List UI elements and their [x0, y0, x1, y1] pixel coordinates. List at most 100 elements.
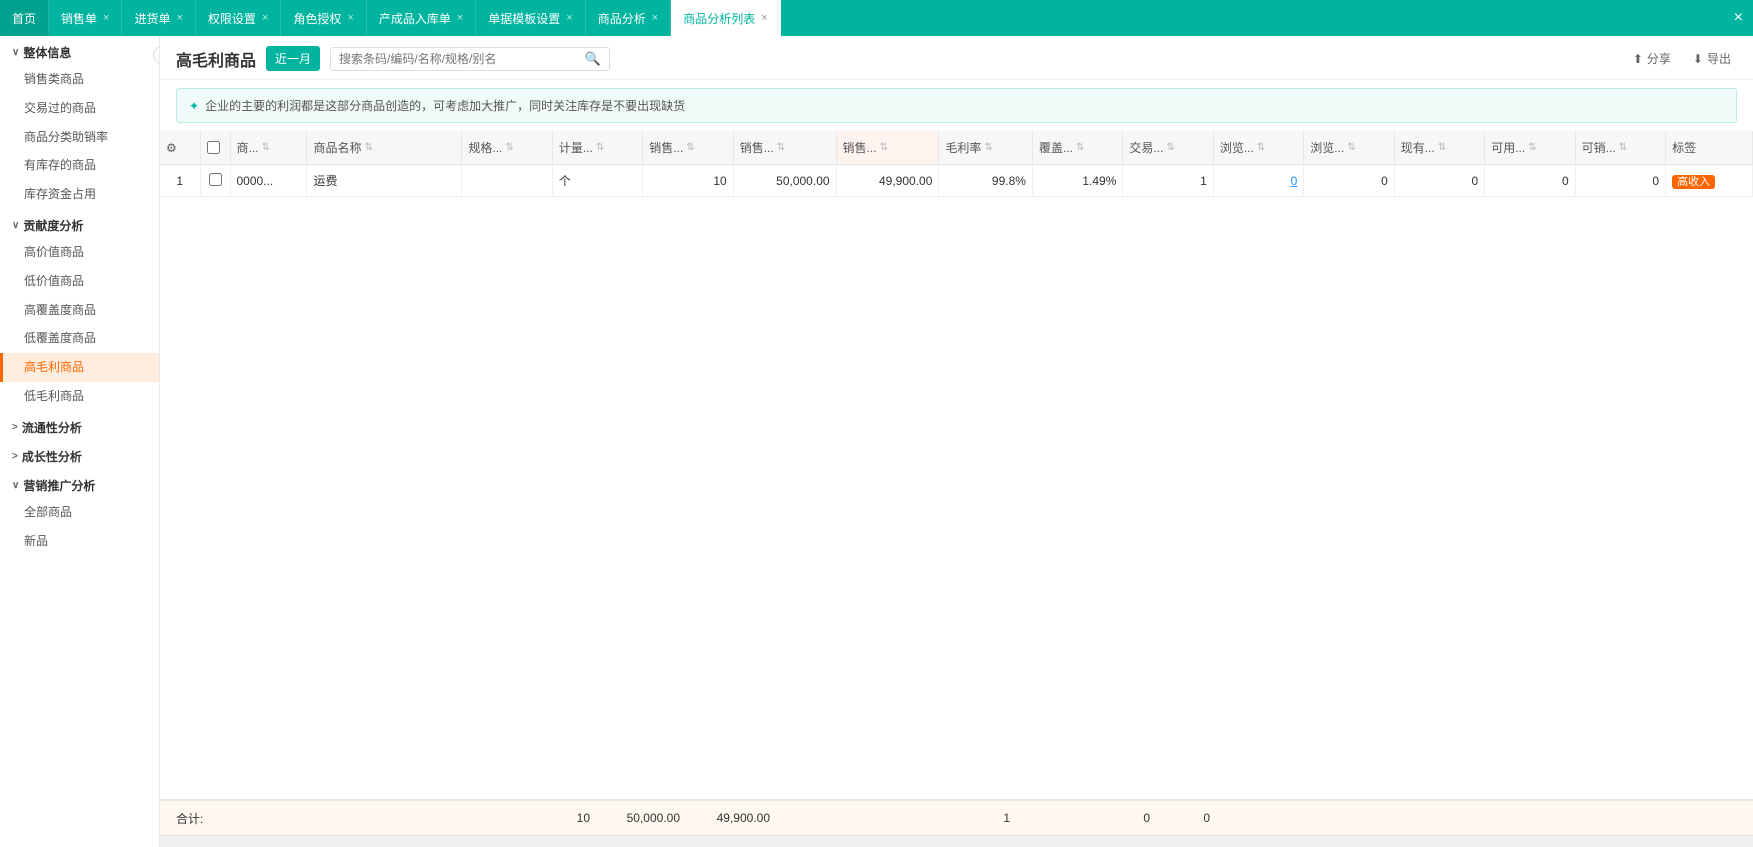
- table-container[interactable]: ⚙ 商... ⇅ 商品名称: [160, 131, 1753, 799]
- horizontal-scrollbar[interactable]: [160, 835, 1753, 847]
- col-checkbox[interactable]: [200, 131, 230, 165]
- close-role-tab[interactable]: ×: [347, 12, 353, 24]
- sort-name-icon: ⇅: [365, 142, 373, 153]
- col-unit[interactable]: 计量... ⇅: [552, 131, 642, 165]
- select-all-checkbox[interactable]: [207, 141, 220, 154]
- sidebar-item-high-coverage[interactable]: 高覆盖度商品: [0, 296, 159, 325]
- sidebar-group-contribution[interactable]: ∨ 贡献度分析: [0, 209, 159, 238]
- sidebar-item-stocked-goods[interactable]: 有库存的商品: [0, 151, 159, 180]
- footer-sales-cost: 49,900.00: [686, 811, 776, 825]
- nav-role[interactable]: 角色授权 ×: [281, 0, 366, 36]
- col-sellable[interactable]: 可销... ⇅: [1575, 131, 1665, 165]
- col-available[interactable]: 可用... ⇅: [1485, 131, 1575, 165]
- page-title: 高毛利商品: [176, 47, 256, 71]
- group-overall-arrow: ∨: [12, 47, 19, 58]
- col-sales-amount[interactable]: 销售... ⇅: [733, 131, 836, 165]
- close-product-analysis-tab[interactable]: ×: [652, 12, 658, 24]
- main-container: « ∨ 整体信息 销售类商品 交易过的商品 商品分类助销率 有库存的商品 库存资…: [0, 36, 1753, 847]
- sort-browse1-icon: ⇅: [1257, 142, 1265, 153]
- nav-product-inbound[interactable]: 产成品入库单 ×: [367, 0, 476, 36]
- sidebar-item-new-goods[interactable]: 新品: [0, 527, 159, 556]
- nav-product-analysis-list[interactable]: 商品分析列表 ×: [671, 0, 780, 36]
- search-input[interactable]: [339, 52, 585, 66]
- nav-purchase[interactable]: 进货单 ×: [122, 0, 195, 36]
- sidebar-item-low-value[interactable]: 低价值商品: [0, 267, 159, 296]
- sort-trade-count-icon: ⇅: [1166, 142, 1174, 153]
- cell-browse1[interactable]: 0: [1213, 165, 1303, 197]
- close-template-tab[interactable]: ×: [566, 12, 572, 24]
- sidebar-item-inventory-capital[interactable]: 库存资金占用: [0, 180, 159, 209]
- nav-home[interactable]: 首页: [0, 0, 49, 36]
- sidebar-item-all-goods[interactable]: 全部商品: [0, 498, 159, 527]
- col-sales-qty[interactable]: 销售... ⇅: [643, 131, 733, 165]
- cell-coverage: 1.49%: [1032, 165, 1122, 197]
- export-icon: ⬇: [1693, 52, 1703, 66]
- cell-trade-count: 1: [1123, 165, 1213, 197]
- sort-code-icon: ⇅: [262, 142, 270, 153]
- sort-browse2-icon: ⇅: [1347, 142, 1355, 153]
- nav-template[interactable]: 单据模板设置 ×: [476, 0, 585, 36]
- col-name[interactable]: 商品名称 ⇅: [307, 131, 462, 165]
- cell-checkbox[interactable]: [200, 165, 230, 197]
- col-trade-count[interactable]: 交易... ⇅: [1123, 131, 1213, 165]
- group-growth-arrow: >: [12, 451, 18, 462]
- share-btn[interactable]: ⬆ 分享: [1627, 47, 1677, 70]
- export-btn[interactable]: ⬇ 导出: [1687, 47, 1737, 70]
- window-close-btn[interactable]: ×: [1734, 9, 1743, 27]
- sidebar-group-liquidity[interactable]: > 流通性分析: [0, 411, 159, 440]
- sidebar-item-traded-goods[interactable]: 交易过的商品: [0, 94, 159, 123]
- col-settings[interactable]: ⚙: [160, 131, 200, 165]
- close-product-analysis-list-tab[interactable]: ×: [761, 12, 767, 24]
- sidebar-item-high-margin[interactable]: 高毛利商品: [0, 353, 159, 382]
- sidebar-item-low-margin[interactable]: 低毛利商品: [0, 382, 159, 411]
- cell-spec: [462, 165, 552, 197]
- close-purchase-tab[interactable]: ×: [176, 12, 182, 24]
- col-coverage[interactable]: 覆盖... ⇅: [1032, 131, 1122, 165]
- sidebar-item-high-value[interactable]: 高价值商品: [0, 238, 159, 267]
- settings-icon: ⚙: [166, 141, 177, 155]
- footer-sales-amount: 50,000.00: [596, 811, 686, 825]
- nav-sales[interactable]: 销售单 ×: [49, 0, 122, 36]
- content-header: 高毛利商品 近一月 🔍 ⬆ 分享 ⬇ 导出: [160, 36, 1753, 80]
- filter-recent-month-btn[interactable]: 近一月: [266, 46, 320, 71]
- tip-icon: ✦: [189, 99, 199, 113]
- close-product-inbound-tab[interactable]: ×: [457, 12, 463, 24]
- col-spec[interactable]: 规格... ⇅: [462, 131, 552, 165]
- group-liquidity-arrow: >: [12, 422, 18, 433]
- top-nav: 首页 销售单 × 进货单 × 权限设置 × 角色授权 × 产成品入库单 × 单据…: [0, 0, 1753, 36]
- footer-total: 合计: 10 50,000.00 49,900.00 1 0 0: [160, 799, 1753, 835]
- col-current-stock[interactable]: 现有... ⇅: [1394, 131, 1484, 165]
- sidebar-item-sales-goods[interactable]: 销售类商品: [0, 65, 159, 94]
- sidebar-item-low-coverage[interactable]: 低覆盖度商品: [0, 324, 159, 353]
- footer-spacer1: [256, 811, 536, 825]
- cell-unit: 个: [552, 165, 642, 197]
- cell-available: 0: [1485, 165, 1575, 197]
- close-permission-tab[interactable]: ×: [262, 12, 268, 24]
- close-sales-tab[interactable]: ×: [103, 12, 109, 24]
- col-browse2[interactable]: 浏览... ⇅: [1304, 131, 1394, 165]
- search-icon[interactable]: 🔍: [585, 51, 601, 67]
- header-actions: ⬆ 分享 ⬇ 导出: [1627, 47, 1737, 70]
- col-sales-cost[interactable]: 销售... ⇅: [836, 131, 939, 165]
- sidebar-group-marketing[interactable]: ∨ 营销推广分析: [0, 469, 159, 498]
- cell-sales-cost: 49,900.00: [836, 165, 939, 197]
- sidebar-item-category-rate[interactable]: 商品分类助销率: [0, 123, 159, 152]
- sort-sales-amount-icon: ⇅: [777, 142, 785, 153]
- footer-cells: 10 50,000.00 49,900.00 1 0 0: [256, 811, 1737, 825]
- sidebar-group-overall[interactable]: ∨ 整体信息: [0, 36, 159, 65]
- col-code[interactable]: 商... ⇅: [230, 131, 307, 165]
- row-checkbox[interactable]: [209, 173, 222, 186]
- col-browse1[interactable]: 浏览... ⇅: [1213, 131, 1303, 165]
- col-gross-margin[interactable]: 毛利率 ⇅: [939, 131, 1033, 165]
- sidebar-group-growth[interactable]: > 成长性分析: [0, 440, 159, 469]
- col-tag[interactable]: 标签: [1666, 131, 1753, 165]
- nav-product-analysis[interactable]: 商品分析 ×: [586, 0, 671, 36]
- cell-index: 1: [160, 165, 200, 197]
- nav-permission[interactable]: 权限设置 ×: [196, 0, 281, 36]
- sort-spec-icon: ⇅: [505, 142, 513, 153]
- search-box: 🔍: [330, 47, 610, 71]
- sort-current-stock-icon: ⇅: [1438, 142, 1446, 153]
- sort-sales-cost-icon: ⇅: [880, 142, 888, 153]
- share-icon: ⬆: [1633, 52, 1643, 66]
- group-contribution-arrow: ∨: [12, 220, 19, 231]
